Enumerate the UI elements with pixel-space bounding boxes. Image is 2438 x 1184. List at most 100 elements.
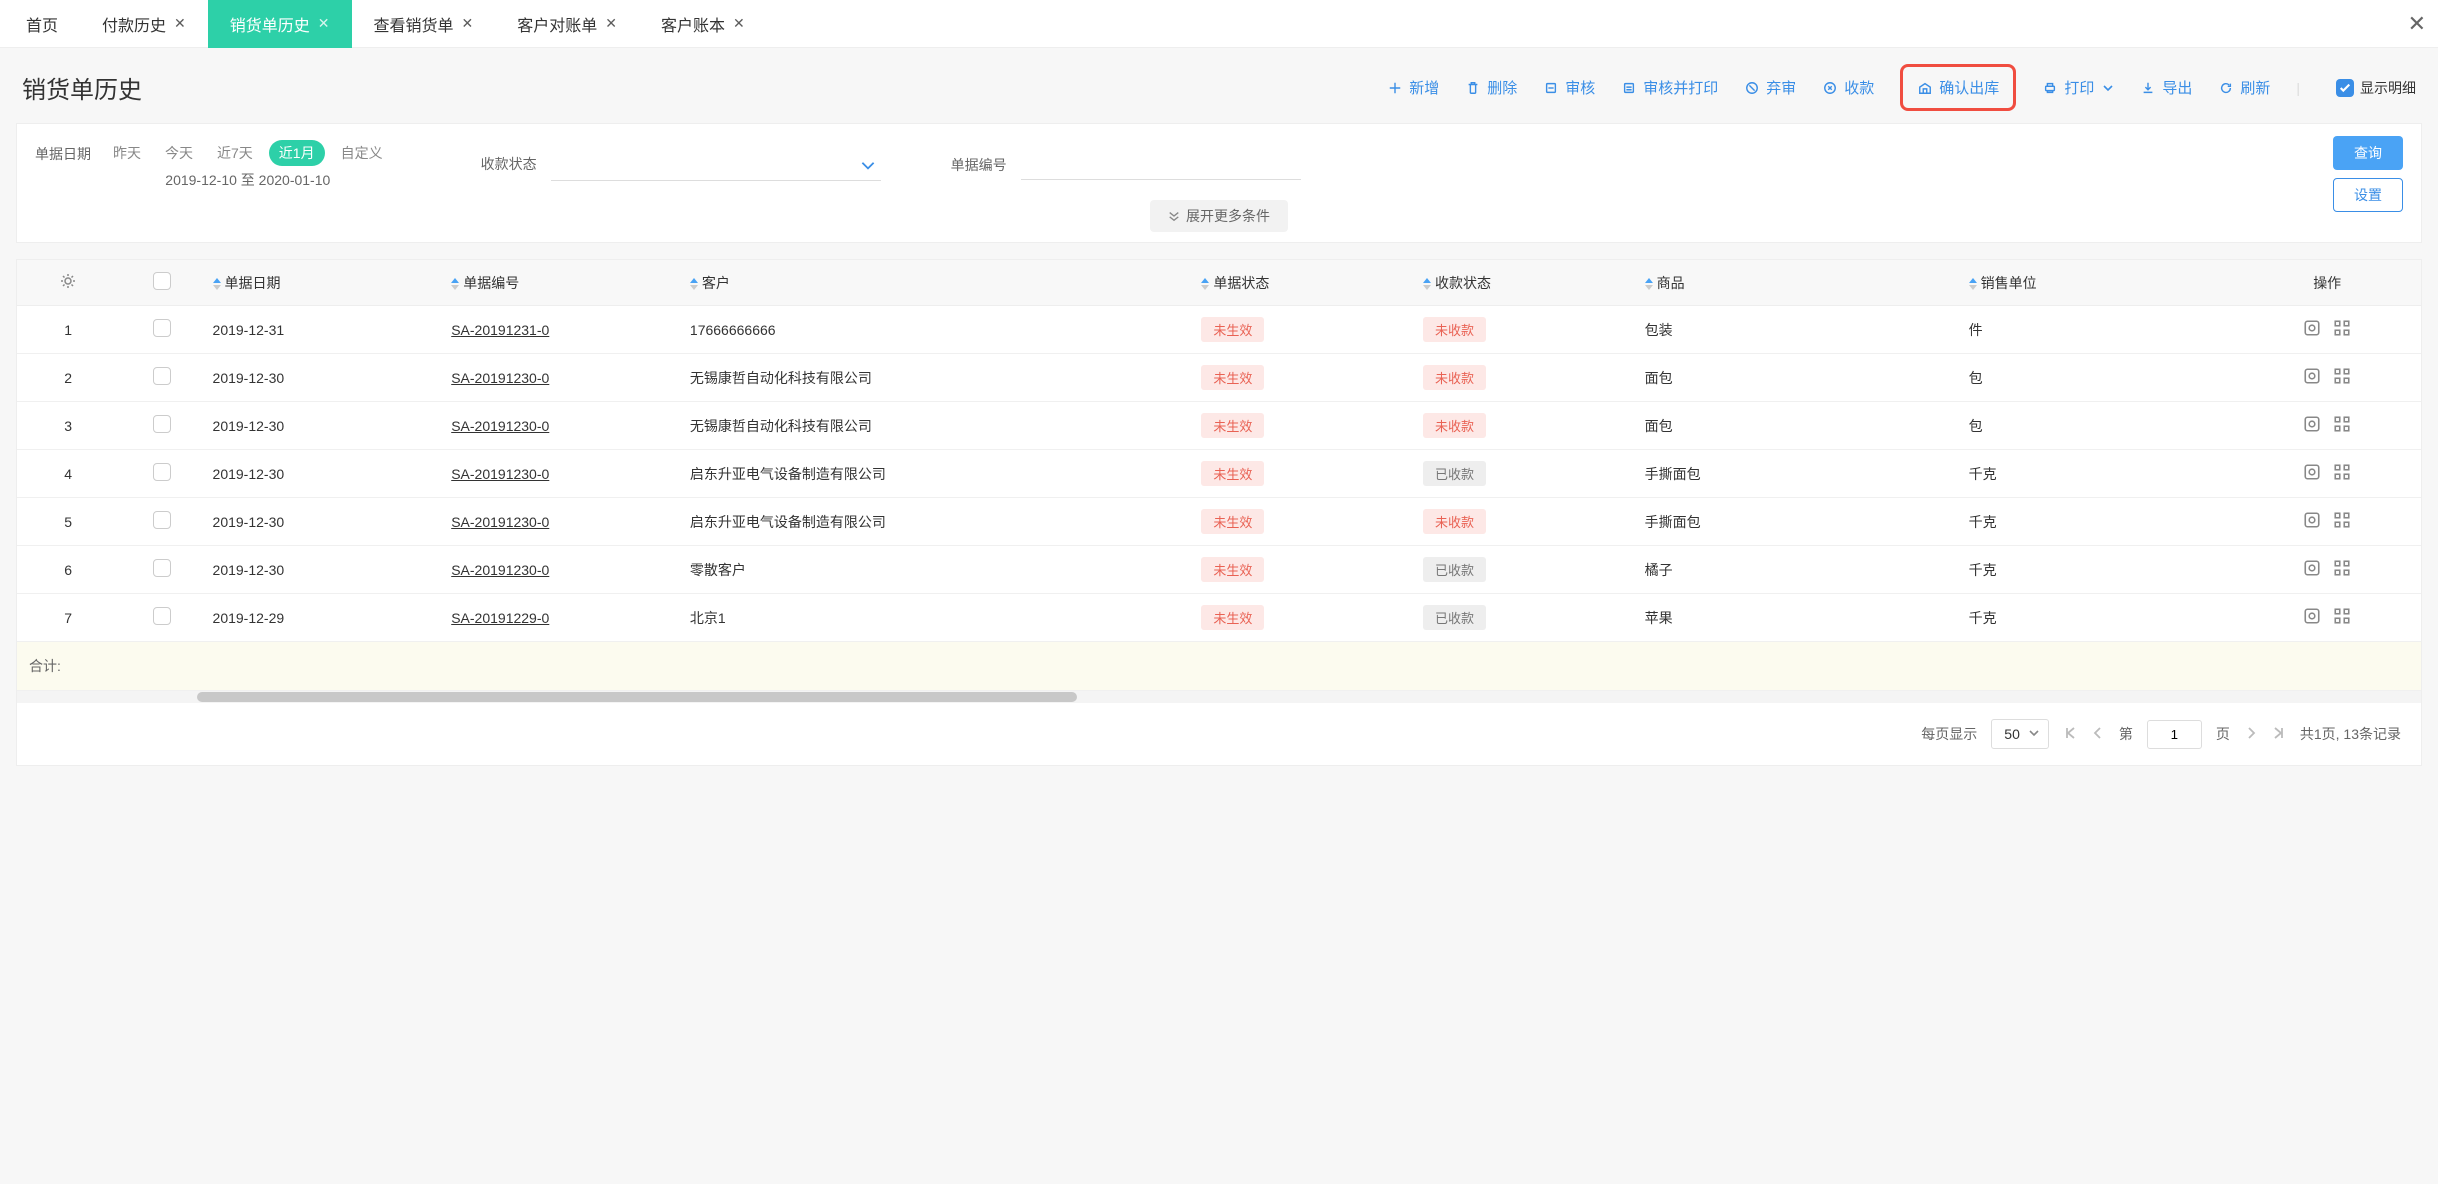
refresh-button[interactable]: 刷新 bbox=[2218, 77, 2270, 98]
delete-button[interactable]: 删除 bbox=[1465, 77, 1517, 98]
view-icon[interactable] bbox=[2303, 415, 2321, 433]
row-index: 2 bbox=[17, 354, 119, 402]
close-tab-icon[interactable]: ✕ bbox=[318, 15, 330, 32]
prev-page-button[interactable] bbox=[2091, 726, 2105, 743]
date-opt-custom[interactable]: 自定义 bbox=[333, 140, 391, 166]
date-opt-yesterday[interactable]: 昨天 bbox=[105, 140, 149, 166]
view-icon[interactable] bbox=[2303, 607, 2321, 625]
row-select[interactable] bbox=[119, 306, 204, 354]
row-select[interactable] bbox=[119, 546, 204, 594]
close-all-tabs-icon[interactable]: ✕ bbox=[2408, 11, 2426, 37]
close-tab-icon[interactable]: ✕ bbox=[174, 15, 186, 32]
date-opt-last7[interactable]: 近7天 bbox=[209, 140, 261, 166]
table-header-row: 单据日期 单据编号 客户 单据状态 收款状态 商品 销售单位 操作 bbox=[17, 260, 2421, 306]
more-icon[interactable] bbox=[2333, 415, 2351, 433]
row-ops bbox=[2233, 450, 2421, 498]
view-icon[interactable] bbox=[2303, 511, 2321, 529]
doc-no-input[interactable] bbox=[1021, 151, 1301, 180]
view-icon[interactable] bbox=[2303, 319, 2321, 337]
close-tab-icon[interactable]: ✕ bbox=[462, 15, 474, 32]
collect-button[interactable]: 收款 bbox=[1822, 77, 1874, 98]
audit-print-button[interactable]: 审核并打印 bbox=[1621, 77, 1718, 98]
row-doc-no[interactable]: SA-20191231-0 bbox=[443, 306, 682, 354]
tabs-bar: 首页付款历史✕销货单历史✕查看销货单✕客户对账单✕客户账本✕ ✕ bbox=[0, 0, 2438, 48]
table-row[interactable]: 7 2019-12-29 SA-20191229-0 北京1 未生效 已收款 苹… bbox=[17, 594, 2421, 642]
show-detail-toggle[interactable]: 显示明细 bbox=[2336, 78, 2416, 98]
tab-item[interactable]: 销货单历史✕ bbox=[208, 0, 352, 48]
status-column-header[interactable]: 单据状态 bbox=[1193, 260, 1415, 306]
tab-item[interactable]: 付款历史✕ bbox=[80, 0, 208, 48]
row-doc-no[interactable]: SA-20191230-0 bbox=[443, 450, 682, 498]
more-icon[interactable] bbox=[2333, 559, 2351, 577]
row-doc-no[interactable]: SA-20191230-0 bbox=[443, 498, 682, 546]
warehouse-icon bbox=[1917, 80, 1933, 96]
reject-button[interactable]: 弃审 bbox=[1744, 77, 1796, 98]
first-page-button[interactable] bbox=[2063, 726, 2077, 743]
row-select[interactable] bbox=[119, 450, 204, 498]
trash-icon bbox=[1465, 80, 1481, 96]
close-tab-icon[interactable]: ✕ bbox=[605, 15, 617, 32]
per-page-label: 每页显示 bbox=[1921, 724, 1977, 744]
more-icon[interactable] bbox=[2333, 319, 2351, 337]
confirm-outbound-button[interactable]: 确认出库 bbox=[1900, 64, 2016, 111]
tab-item[interactable]: 客户账本✕ bbox=[639, 0, 767, 48]
unit-column-header[interactable]: 销售单位 bbox=[1961, 260, 2234, 306]
page-size-select[interactable]: 50 bbox=[1991, 719, 2049, 749]
tab-item[interactable]: 客户对账单✕ bbox=[495, 0, 639, 48]
query-button[interactable]: 查询 bbox=[2333, 136, 2403, 170]
pay-status-column-header[interactable]: 收款状态 bbox=[1415, 260, 1637, 306]
row-date: 2019-12-30 bbox=[205, 498, 444, 546]
table-row[interactable]: 3 2019-12-30 SA-20191230-0 无锡康哲自动化科技有限公司… bbox=[17, 402, 2421, 450]
view-icon[interactable] bbox=[2303, 367, 2321, 385]
row-doc-no[interactable]: SA-20191230-0 bbox=[443, 402, 682, 450]
row-customer: 17666666666 bbox=[682, 306, 1193, 354]
last-page-button[interactable] bbox=[2272, 726, 2286, 743]
page-input[interactable] bbox=[2147, 720, 2202, 749]
close-tab-icon[interactable]: ✕ bbox=[733, 15, 745, 32]
row-status: 未生效 bbox=[1193, 354, 1415, 402]
export-button[interactable]: 导出 bbox=[2140, 77, 2192, 98]
more-icon[interactable] bbox=[2333, 607, 2351, 625]
tab-item[interactable]: 查看销货单✕ bbox=[352, 0, 496, 48]
more-icon[interactable] bbox=[2333, 511, 2351, 529]
customer-column-header[interactable]: 客户 bbox=[682, 260, 1193, 306]
settings-column-header[interactable] bbox=[17, 260, 119, 306]
product-column-header[interactable]: 商品 bbox=[1637, 260, 1961, 306]
pay-status-dropdown[interactable] bbox=[551, 150, 881, 181]
view-icon[interactable] bbox=[2303, 463, 2321, 481]
row-select[interactable] bbox=[119, 594, 204, 642]
date-column-header[interactable]: 单据日期 bbox=[205, 260, 444, 306]
select-all-header[interactable] bbox=[119, 260, 204, 306]
table-row[interactable]: 2 2019-12-30 SA-20191230-0 无锡康哲自动化科技有限公司… bbox=[17, 354, 2421, 402]
view-icon[interactable] bbox=[2303, 559, 2321, 577]
table-row[interactable]: 4 2019-12-30 SA-20191230-0 启东升亚电气设备制造有限公… bbox=[17, 450, 2421, 498]
doc-no-label: 单据编号 bbox=[951, 151, 1007, 175]
row-doc-no[interactable]: SA-20191230-0 bbox=[443, 354, 682, 402]
chevron-down-icon bbox=[859, 156, 877, 174]
row-pay-status: 未收款 bbox=[1415, 402, 1637, 450]
audit-button[interactable]: 审核 bbox=[1543, 77, 1595, 98]
settings-button[interactable]: 设置 bbox=[2333, 178, 2403, 212]
doc-no-column-header[interactable]: 单据编号 bbox=[443, 260, 682, 306]
more-icon[interactable] bbox=[2333, 463, 2351, 481]
row-doc-no[interactable]: SA-20191229-0 bbox=[443, 594, 682, 642]
row-doc-no[interactable]: SA-20191230-0 bbox=[443, 546, 682, 594]
print-button[interactable]: 打印 bbox=[2042, 77, 2114, 98]
date-opt-last1m[interactable]: 近1月 bbox=[269, 140, 325, 166]
expand-more-button[interactable]: 展开更多条件 bbox=[1150, 200, 1288, 232]
horizontal-scrollbar[interactable] bbox=[17, 691, 2421, 703]
page-title: 销货单历史 bbox=[22, 70, 142, 105]
date-opt-today[interactable]: 今天 bbox=[157, 140, 201, 166]
row-date: 2019-12-30 bbox=[205, 450, 444, 498]
table-row[interactable]: 5 2019-12-30 SA-20191230-0 启东升亚电气设备制造有限公… bbox=[17, 498, 2421, 546]
more-icon[interactable] bbox=[2333, 367, 2351, 385]
table-row[interactable]: 6 2019-12-30 SA-20191230-0 零散客户 未生效 已收款 … bbox=[17, 546, 2421, 594]
date-range-text: 2019-12-10 至 2020-01-10 bbox=[105, 170, 391, 190]
row-select[interactable] bbox=[119, 402, 204, 450]
next-page-button[interactable] bbox=[2244, 726, 2258, 743]
new-button[interactable]: 新增 bbox=[1387, 77, 1439, 98]
row-select[interactable] bbox=[119, 354, 204, 402]
table-row[interactable]: 1 2019-12-31 SA-20191231-0 17666666666 未… bbox=[17, 306, 2421, 354]
tab-item[interactable]: 首页 bbox=[4, 0, 80, 48]
row-select[interactable] bbox=[119, 498, 204, 546]
